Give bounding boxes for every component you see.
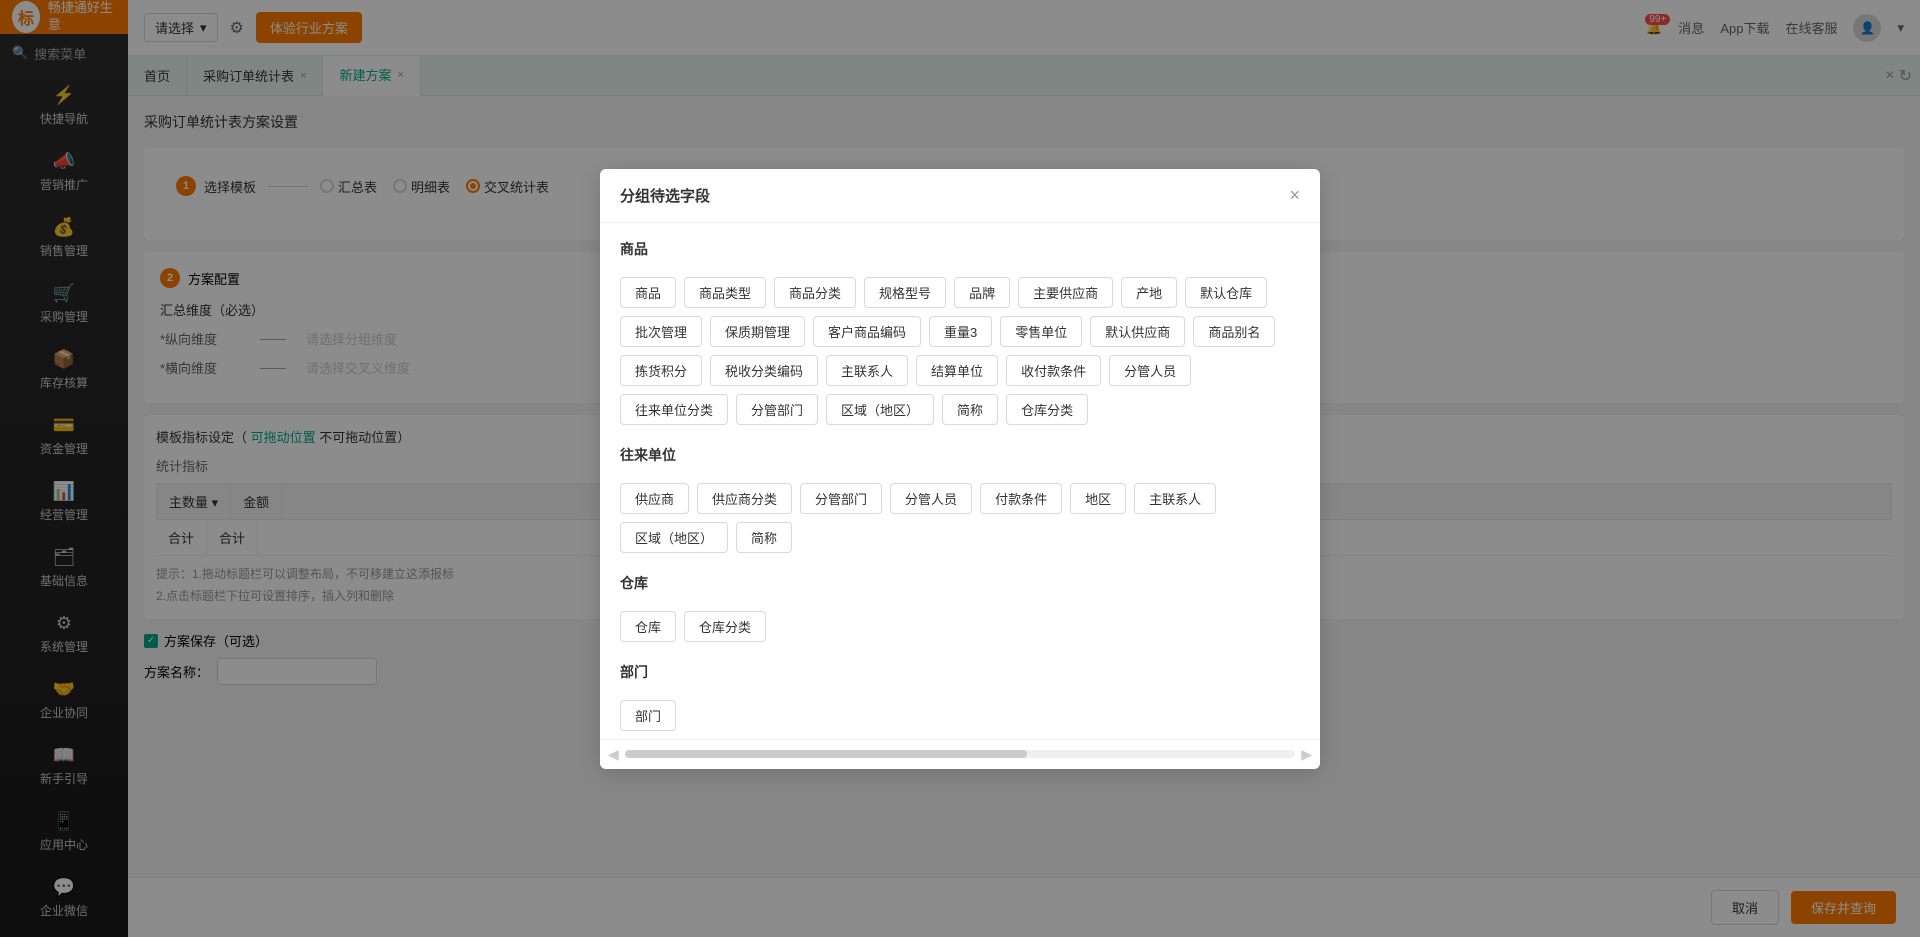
field-tag[interactable]: 供应商分类 [697,483,792,514]
partner-field-tags: 供应商 供应商分类 分管部门 分管人员 付款条件 地区 主联系人 区域（地区） … [620,483,1300,553]
modal-body: 商品 商品 商品类型 商品分类 规格型号 品牌 主要供应商 产地 默认仓库 批次… [600,223,1320,739]
field-tag[interactable]: 商品分类 [774,277,856,308]
field-tag[interactable]: 产地 [1121,277,1177,308]
field-tag[interactable]: 仓库 [620,611,676,642]
field-tag[interactable]: 默认仓库 [1185,277,1267,308]
modal-overlay: 分组待选字段 × 商品 商品 商品类型 商品分类 规格型号 品牌 主要供应商 产… [0,0,1920,937]
field-select-modal: 分组待选字段 × 商品 商品 商品类型 商品分类 规格型号 品牌 主要供应商 产… [600,169,1320,769]
field-group-title-warehouse: 仓库 [620,573,1300,599]
field-tag[interactable]: 商品别名 [1193,316,1275,347]
field-tag[interactable]: 拣货积分 [620,355,702,386]
field-tag[interactable]: 客户商品编码 [813,316,921,347]
field-tag[interactable]: 供应商 [620,483,689,514]
field-tag[interactable]: 主联系人 [826,355,908,386]
department-field-tags: 部门 [620,700,1300,731]
field-tag[interactable]: 分管人员 [890,483,972,514]
modal-close-button[interactable]: × [1289,186,1300,204]
horizontal-scrollbar[interactable] [625,750,1295,758]
field-tag[interactable]: 分管人员 [1109,355,1191,386]
field-tag[interactable]: 仓库分类 [1006,394,1088,425]
field-tag[interactable]: 结算单位 [916,355,998,386]
field-tag[interactable]: 税收分类编码 [710,355,818,386]
field-tag[interactable]: 默认供应商 [1090,316,1185,347]
field-tag[interactable]: 简称 [736,522,792,553]
field-tag[interactable]: 部门 [620,700,676,731]
warehouse-field-tags: 仓库 仓库分类 [620,611,1300,642]
field-tag[interactable]: 批次管理 [620,316,702,347]
field-group-title-department: 部门 [620,662,1300,688]
modal-scrollbar-area: ◀ ▶ [600,739,1320,769]
modal-title: 分组待选字段 [620,185,710,206]
field-tag[interactable]: 零售单位 [1000,316,1082,347]
scrollbar-thumb [625,750,1027,758]
field-tag[interactable]: 简称 [942,394,998,425]
field-tag[interactable]: 规格型号 [864,277,946,308]
field-group-partner: 往来单位 供应商 供应商分类 分管部门 分管人员 付款条件 地区 主联系人 区域… [620,445,1300,553]
scroll-right-icon[interactable]: ▶ [1301,746,1312,763]
field-group-title-product: 商品 [620,239,1300,265]
field-tag[interactable]: 保质期管理 [710,316,805,347]
scroll-left-icon[interactable]: ◀ [608,746,619,763]
field-tag[interactable]: 重量3 [929,316,992,347]
product-field-tags: 商品 商品类型 商品分类 规格型号 品牌 主要供应商 产地 默认仓库 批次管理 … [620,277,1300,425]
field-tag[interactable]: 主要供应商 [1018,277,1113,308]
field-tag[interactable]: 分管部门 [736,394,818,425]
field-tag[interactable]: 仓库分类 [684,611,766,642]
field-tag[interactable]: 收付款条件 [1006,355,1101,386]
field-tag[interactable]: 商品 [620,277,676,308]
field-tag[interactable]: 区域（地区） [826,394,934,425]
field-group-warehouse: 仓库 仓库 仓库分类 [620,573,1300,642]
field-group-product: 商品 商品 商品类型 商品分类 规格型号 品牌 主要供应商 产地 默认仓库 批次… [620,239,1300,425]
field-tag[interactable]: 往来单位分类 [620,394,728,425]
field-tag[interactable]: 分管部门 [800,483,882,514]
field-tag[interactable]: 付款条件 [980,483,1062,514]
modal-header: 分组待选字段 × [600,169,1320,223]
field-tag[interactable]: 品牌 [954,277,1010,308]
field-group-department: 部门 部门 [620,662,1300,731]
field-tag[interactable]: 地区 [1070,483,1126,514]
field-group-title-partner: 往来单位 [620,445,1300,471]
field-tag[interactable]: 主联系人 [1134,483,1216,514]
field-tag[interactable]: 商品类型 [684,277,766,308]
field-tag[interactable]: 区域（地区） [620,522,728,553]
